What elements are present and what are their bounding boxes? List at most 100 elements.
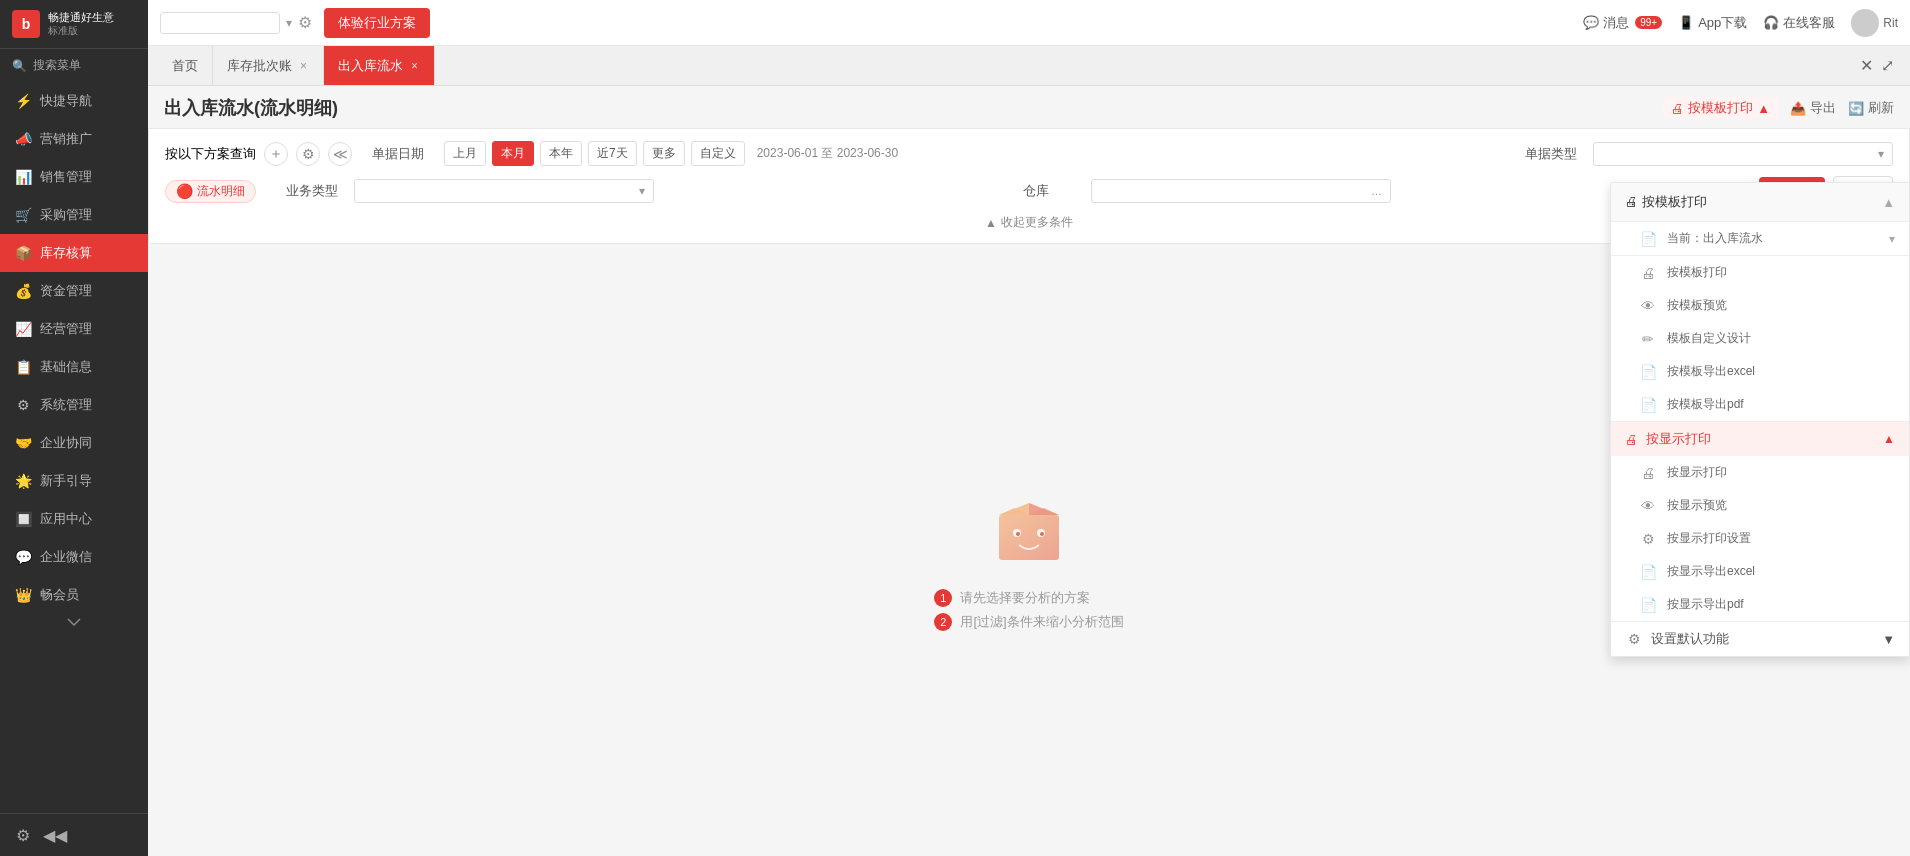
sidebar-item-enterprise-coop[interactable]: 🤝 企业协同 bbox=[0, 424, 148, 462]
template-preview-item[interactable]: 👁 按模板预览 bbox=[1611, 289, 1909, 322]
industry-btn[interactable]: 体验行业方案 bbox=[324, 8, 430, 38]
set-default-arrow: ▼ bbox=[1882, 632, 1895, 647]
panel-chevron-icon[interactable]: ▲ bbox=[1882, 195, 1895, 210]
current-template[interactable]: 📄 当前：出入库流水 ▾ bbox=[1611, 222, 1909, 255]
sidebar-scroll-down[interactable] bbox=[0, 614, 148, 630]
template-print-item[interactable]: 🖨 按模板打印 bbox=[1611, 256, 1909, 289]
current-template-label: 当前：出入库流水 bbox=[1667, 230, 1763, 247]
user-avatar-area[interactable]: Rit bbox=[1851, 9, 1898, 37]
date-btn-more[interactable]: 更多 bbox=[643, 141, 685, 166]
sidebar-item-operations[interactable]: 📈 经营管理 bbox=[0, 310, 148, 348]
empty-step-1: 1 请先选择要分析的方案 bbox=[934, 589, 1123, 607]
tab-home-label: 首页 bbox=[172, 57, 198, 75]
refresh-label: 刷新 bbox=[1868, 99, 1894, 117]
current-template-icon: 📄 bbox=[1639, 231, 1657, 247]
empty-steps: 1 请先选择要分析的方案 2 用[过滤]条件来缩小分析范围 bbox=[934, 589, 1123, 631]
display-print-settings-label: 按显示打印设置 bbox=[1667, 530, 1751, 547]
template-excel-label: 按模板导出excel bbox=[1667, 363, 1755, 380]
search-icon: 🔍 bbox=[12, 59, 27, 73]
sidebar-search[interactable]: 🔍 搜索菜单 bbox=[0, 49, 148, 82]
display-excel-item[interactable]: 📄 按显示导出excel bbox=[1611, 555, 1909, 588]
online-service-btn[interactable]: 🎧 在线客服 bbox=[1763, 14, 1835, 32]
sidebar-item-marketing[interactable]: 📣 营销推广 bbox=[0, 120, 148, 158]
sidebar-item-label: 库存核算 bbox=[40, 244, 92, 262]
warehouse-label: 仓库 bbox=[1023, 182, 1083, 200]
operations-icon: 📈 bbox=[14, 321, 32, 337]
settings-icon[interactable]: ⚙ bbox=[12, 824, 34, 846]
tab-inventory-batch-close[interactable]: × bbox=[298, 59, 309, 73]
sidebar-item-membership[interactable]: 👑 畅会员 bbox=[0, 576, 148, 614]
template-custom-item[interactable]: ✏ 模板自定义设计 bbox=[1611, 322, 1909, 355]
messages-btn[interactable]: 💬 消息 99+ bbox=[1583, 14, 1662, 32]
collapse-icon[interactable]: ◀◀ bbox=[44, 824, 66, 846]
finance-icon: 💰 bbox=[14, 283, 32, 299]
sidebar-item-system[interactable]: ⚙ 系统管理 bbox=[0, 386, 148, 424]
date-range-text: 2023-06-01 至 2023-06-30 bbox=[757, 145, 898, 162]
online-service-icon: 🎧 bbox=[1763, 15, 1779, 30]
template-excel-item[interactable]: 📄 按模板导出excel bbox=[1611, 355, 1909, 388]
sidebar-item-inventory[interactable]: 📦 库存核算 bbox=[0, 234, 148, 272]
refresh-btn[interactable]: 🔄 刷新 bbox=[1848, 99, 1894, 117]
message-badge: 99+ bbox=[1635, 16, 1662, 29]
sidebar-nav: ⚡ 快捷导航 📣 营销推广 📊 销售管理 🛒 采购管理 📦 库存核算 💰 资金管… bbox=[0, 82, 148, 813]
display-preview-item[interactable]: 👁 按显示预览 bbox=[1611, 489, 1909, 522]
display-preview-label: 按显示预览 bbox=[1667, 497, 1727, 514]
filter-tag[interactable]: 🔴 流水明细 bbox=[165, 180, 256, 203]
template-pdf-item[interactable]: 📄 按模板导出pdf bbox=[1611, 388, 1909, 421]
filter-add-btn[interactable]: ＋ bbox=[264, 142, 288, 166]
current-template-arrow: ▾ bbox=[1889, 232, 1895, 246]
export-btn[interactable]: 📤 导出 bbox=[1790, 99, 1836, 117]
template-excel-icon: 📄 bbox=[1639, 364, 1657, 380]
display-print-settings-icon: ⚙ bbox=[1639, 531, 1657, 547]
warehouse-select[interactable]: ... bbox=[1091, 179, 1391, 203]
app-download-label: App下载 bbox=[1698, 14, 1747, 32]
display-print-header-label: 按显示打印 bbox=[1646, 430, 1711, 448]
tab-bar-icons: ✕ ⤢ bbox=[1860, 56, 1900, 75]
tab-inout-flow[interactable]: 出入库流水 × bbox=[324, 46, 435, 85]
date-btn-7days[interactable]: 近7天 bbox=[588, 141, 637, 166]
tab-inventory-batch[interactable]: 库存批次账 × bbox=[213, 46, 324, 85]
logo-icon: b bbox=[12, 10, 40, 38]
filter-settings-btn[interactable]: ⚙ bbox=[296, 142, 320, 166]
settings-gear-icon[interactable]: ⚙ bbox=[298, 13, 312, 32]
template-print-label: 按模板打印 bbox=[1667, 264, 1727, 281]
step-1-text: 请先选择要分析的方案 bbox=[960, 589, 1090, 607]
tab-home[interactable]: 首页 bbox=[158, 46, 213, 85]
sidebar-item-purchase[interactable]: 🛒 采购管理 bbox=[0, 196, 148, 234]
date-btn-custom[interactable]: 自定义 bbox=[691, 141, 745, 166]
print-template-btn[interactable]: 🖨 按模板打印 ▲ bbox=[1663, 97, 1778, 119]
biz-type-label: 业务类型 bbox=[286, 182, 346, 200]
warehouse-dropdown-icon: ... bbox=[1371, 184, 1381, 198]
sidebar-item-quick-nav[interactable]: ⚡ 快捷导航 bbox=[0, 82, 148, 120]
biz-type-select[interactable]: ▾ bbox=[354, 179, 654, 203]
date-label: 单据日期 bbox=[372, 145, 432, 163]
date-btn-this-month[interactable]: 本月 bbox=[492, 141, 534, 166]
date-btn-this-year[interactable]: 本年 bbox=[540, 141, 582, 166]
tab-inout-flow-close[interactable]: × bbox=[409, 59, 420, 73]
set-default-btn[interactable]: ⚙ 设置默认功能 ▼ bbox=[1611, 622, 1909, 656]
display-print-settings-item[interactable]: ⚙ 按显示打印设置 bbox=[1611, 522, 1909, 555]
sidebar-item-app-center[interactable]: 🔲 应用中心 bbox=[0, 500, 148, 538]
sidebar-item-finance[interactable]: 💰 资金管理 bbox=[0, 272, 148, 310]
display-print-item[interactable]: 🖨 按显示打印 bbox=[1611, 456, 1909, 489]
sidebar-item-newbie[interactable]: 🌟 新手引导 bbox=[0, 462, 148, 500]
display-print-header[interactable]: 🖨 按显示打印 ▲ bbox=[1611, 422, 1909, 456]
tab-close-panel-icon[interactable]: ✕ bbox=[1860, 56, 1873, 75]
brand-dropdown-icon[interactable]: ▾ bbox=[286, 16, 292, 30]
sidebar-item-basic-info[interactable]: 📋 基础信息 bbox=[0, 348, 148, 386]
date-btn-last-month[interactable]: 上月 bbox=[444, 141, 486, 166]
doc-type-select[interactable]: ▾ bbox=[1593, 142, 1893, 166]
sidebar: b 畅捷通好生意 标准版 🔍 搜索菜单 ⚡ 快捷导航 📣 营销推广 📊 销售管理… bbox=[0, 0, 148, 856]
app-download-btn[interactable]: 📱 App下载 bbox=[1678, 14, 1747, 32]
brand-input[interactable] bbox=[160, 12, 280, 34]
sidebar-item-sales[interactable]: 📊 销售管理 bbox=[0, 158, 148, 196]
filter-collapse-btn[interactable]: ≪ bbox=[328, 142, 352, 166]
brand-name: 畅捷通好生意 bbox=[48, 10, 114, 24]
tab-expand-icon[interactable]: ⤢ bbox=[1881, 56, 1894, 75]
sidebar-item-label: 采购管理 bbox=[40, 206, 92, 224]
search-label: 搜索菜单 bbox=[33, 57, 81, 74]
sidebar-item-label: 资金管理 bbox=[40, 282, 92, 300]
sidebar-item-label: 快捷导航 bbox=[40, 92, 92, 110]
sidebar-item-enterprise-wechat[interactable]: 💬 企业微信 bbox=[0, 538, 148, 576]
display-pdf-item[interactable]: 📄 按显示导出pdf bbox=[1611, 588, 1909, 621]
